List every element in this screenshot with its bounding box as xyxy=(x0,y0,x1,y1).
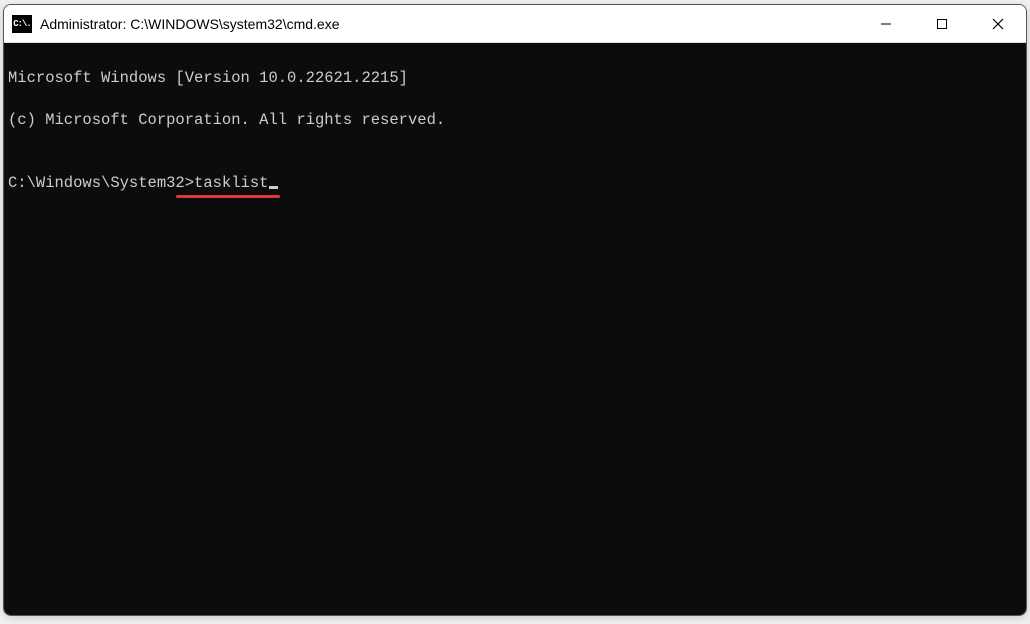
terminal-prompt: C:\Windows\System32> xyxy=(8,174,194,192)
terminal-area[interactable]: Microsoft Windows [Version 10.0.22621.22… xyxy=(4,43,1026,615)
terminal-command: tasklist xyxy=(194,174,268,192)
maximize-icon xyxy=(936,18,948,30)
cmd-icon: C:\. xyxy=(12,15,32,33)
minimize-icon xyxy=(880,18,892,30)
cmd-window: C:\. Administrator: C:\WINDOWS\system32\… xyxy=(3,4,1027,616)
terminal-cursor xyxy=(269,186,278,189)
titlebar[interactable]: C:\. Administrator: C:\WINDOWS\system32\… xyxy=(4,5,1026,43)
annotation-underline xyxy=(176,195,280,198)
maximize-button[interactable] xyxy=(914,5,970,42)
terminal-output-line: Microsoft Windows [Version 10.0.22621.22… xyxy=(8,68,1022,89)
window-controls xyxy=(858,5,1026,42)
terminal-output-line: (c) Microsoft Corporation. All rights re… xyxy=(8,110,1022,131)
close-button[interactable] xyxy=(970,5,1026,42)
window-title: Administrator: C:\WINDOWS\system32\cmd.e… xyxy=(40,16,858,32)
terminal-prompt-line: C:\Windows\System32>tasklist xyxy=(8,173,278,194)
minimize-button[interactable] xyxy=(858,5,914,42)
close-icon xyxy=(992,18,1004,30)
